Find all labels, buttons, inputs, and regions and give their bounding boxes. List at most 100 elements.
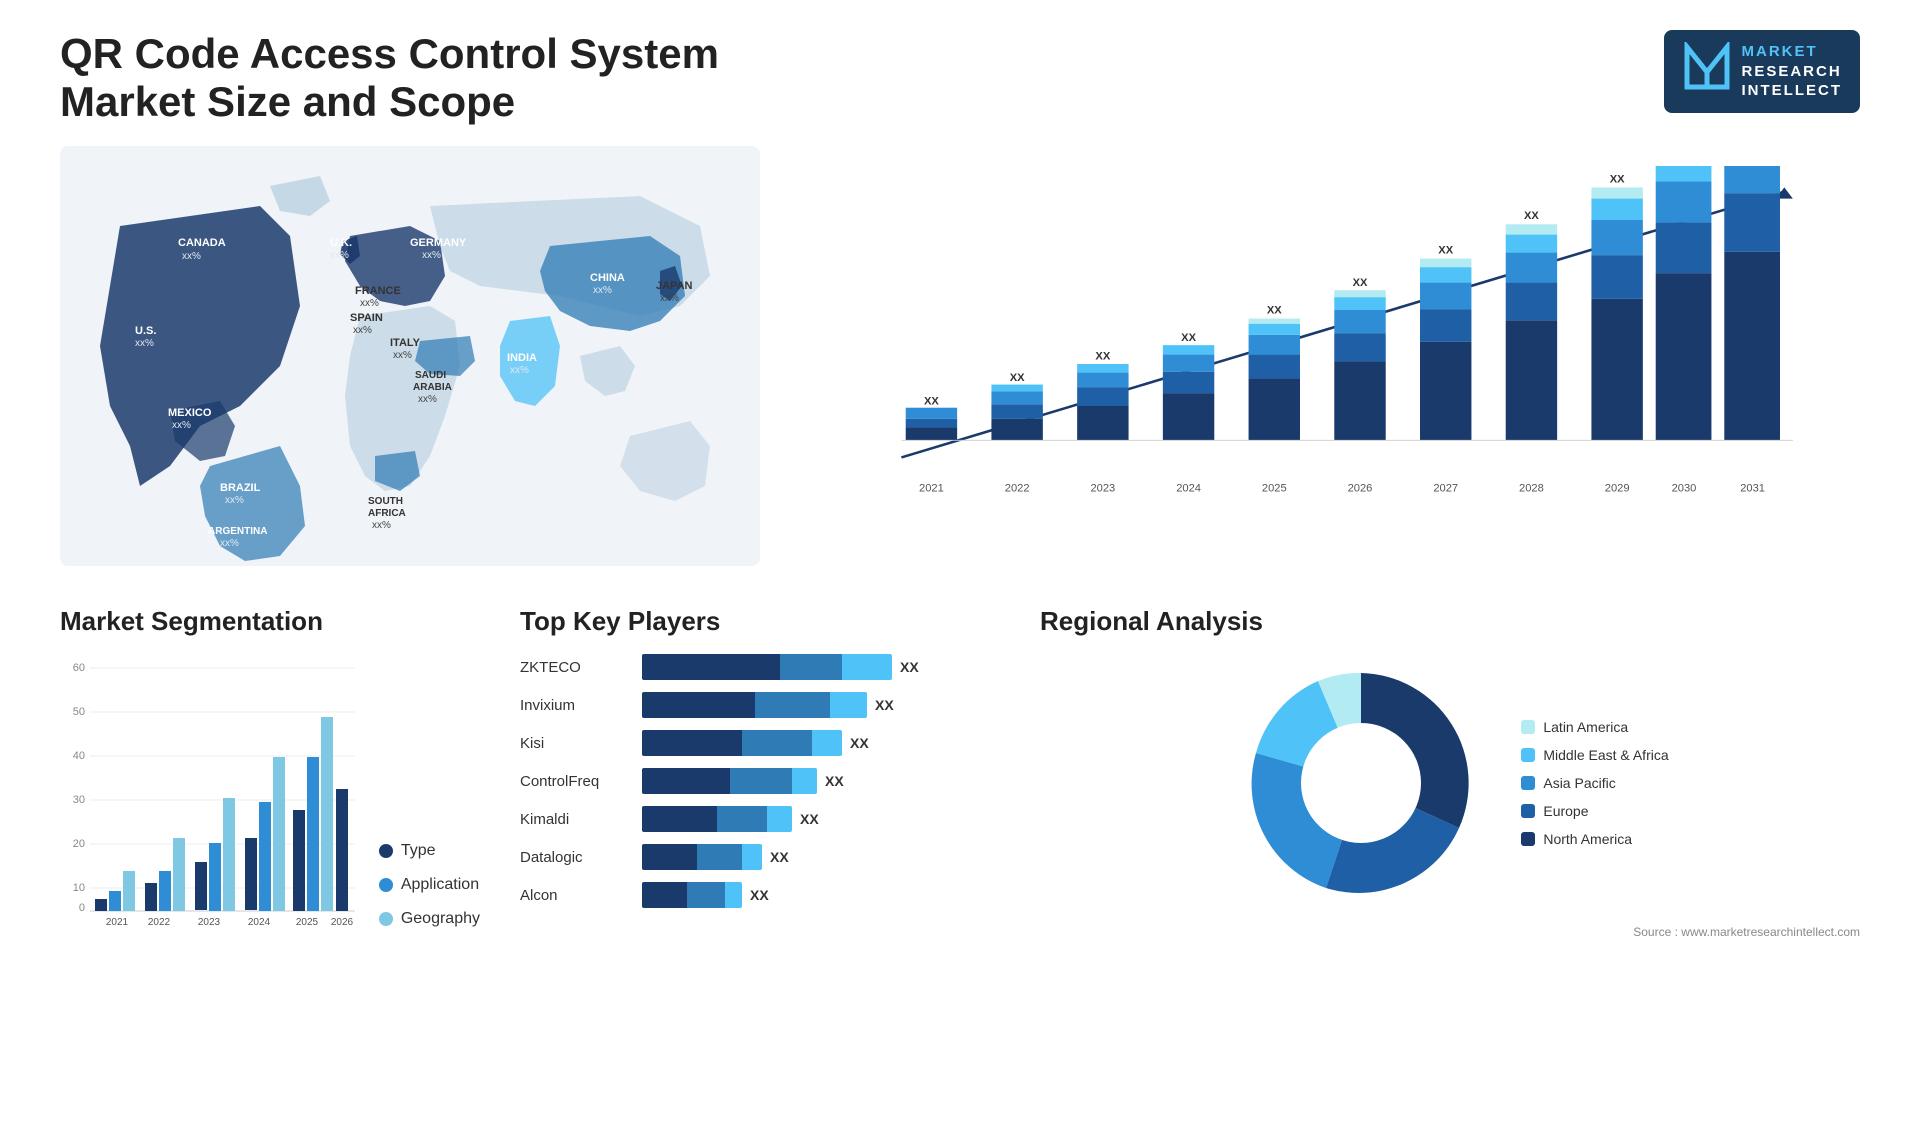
- svg-text:xx%: xx%: [418, 394, 437, 405]
- players-container: Top Key Players ZKTECOXXInvixiumXXKisiXX…: [520, 606, 1000, 909]
- svg-text:2022: 2022: [1005, 483, 1030, 495]
- regional-chart-area: Latin AmericaMiddle East & AfricaAsia Pa…: [1040, 653, 1860, 913]
- player-bar: [642, 730, 842, 756]
- player-bar-wrap: XX: [642, 805, 1000, 833]
- header: QR Code Access Control System Market Siz…: [60, 30, 1860, 126]
- svg-text:2025: 2025: [296, 917, 319, 928]
- svg-text:xx%: xx%: [182, 251, 201, 262]
- svg-text:INDIA: INDIA: [507, 352, 537, 364]
- source-text: Source : www.marketresearchintellect.com: [1040, 925, 1860, 939]
- player-xx-label: XX: [800, 811, 819, 827]
- legend-item-application: Application: [379, 876, 480, 894]
- svg-text:2023: 2023: [198, 917, 221, 928]
- legend-item-type: Type: [379, 842, 480, 860]
- svg-text:MEXICO: MEXICO: [168, 407, 212, 419]
- svg-text:GERMANY: GERMANY: [410, 237, 467, 249]
- player-bar-wrap: XX: [642, 767, 1000, 795]
- svg-text:U.S.: U.S.: [135, 325, 156, 337]
- player-name: Datalogic: [520, 849, 630, 866]
- svg-text:xx%: xx%: [353, 325, 372, 336]
- legend-item-geography: Geography: [379, 910, 480, 928]
- player-row: Invixium XX: [520, 691, 1000, 719]
- regional-legend-label: Europe: [1543, 803, 1588, 819]
- svg-text:XX: XX: [1095, 351, 1110, 363]
- svg-text:ARABIA: ARABIA: [413, 382, 452, 393]
- map-container: CANADA xx% U.S. xx% MEXICO xx% BRAZIL xx…: [60, 146, 760, 566]
- player-bar: [642, 768, 817, 794]
- svg-text:60: 60: [73, 662, 85, 674]
- player-xx-label: XX: [750, 887, 769, 903]
- svg-text:2029: 2029: [1605, 483, 1630, 495]
- logo-letter: [1682, 42, 1732, 101]
- svg-text:xx%: xx%: [172, 420, 191, 431]
- logo-box: MARKET RESEARCH INTELLECT: [1664, 30, 1861, 113]
- bottom-section: Market Segmentation 60 50 40 30 20 10 0: [60, 606, 1860, 939]
- player-name: Kisi: [520, 735, 630, 752]
- svg-text:ARGENTINA: ARGENTINA: [208, 526, 267, 537]
- player-bar-wrap: XX: [642, 729, 1000, 757]
- svg-text:ITALY: ITALY: [390, 337, 421, 349]
- player-xx-label: XX: [900, 659, 919, 675]
- svg-text:SPAIN: SPAIN: [350, 312, 383, 324]
- segmentation-container: Market Segmentation 60 50 40 30 20 10 0: [60, 606, 480, 938]
- player-bar-wrap: XX: [642, 843, 1000, 871]
- svg-text:30: 30: [73, 794, 85, 806]
- svg-text:FRANCE: FRANCE: [355, 285, 401, 297]
- legend-dot-geography: [379, 912, 393, 926]
- legend-dot-application: [379, 878, 393, 892]
- player-row: Kisi XX: [520, 729, 1000, 757]
- regional-legend-dot: [1521, 776, 1535, 790]
- svg-text:XX: XX: [1438, 244, 1453, 256]
- svg-text:xx%: xx%: [422, 250, 441, 261]
- regional-legend-dot: [1521, 720, 1535, 734]
- svg-text:XX: XX: [1267, 304, 1282, 316]
- player-row: Datalogic XX: [520, 843, 1000, 871]
- regional-legend-label: North America: [1543, 831, 1632, 847]
- seg-chart-svg: 60 50 40 30 20 10 0: [60, 653, 360, 933]
- regional-legend-item: Latin America: [1521, 719, 1668, 735]
- bar-chart-container: XX 2021 XX 2022 XX 2023: [800, 146, 1860, 566]
- player-bar: [642, 806, 792, 832]
- svg-text:SAUDI: SAUDI: [415, 370, 446, 381]
- svg-text:50: 50: [73, 706, 85, 718]
- svg-text:xx%: xx%: [360, 298, 379, 309]
- player-name: ControlFreq: [520, 773, 630, 790]
- player-bar: [642, 844, 762, 870]
- svg-text:CANADA: CANADA: [178, 237, 226, 249]
- regional-legend-label: Middle East & Africa: [1543, 747, 1668, 763]
- player-name: Invixium: [520, 697, 630, 714]
- player-name: Alcon: [520, 887, 630, 904]
- donut-chart: [1231, 653, 1491, 913]
- svg-text:xx%: xx%: [225, 495, 244, 506]
- svg-text:2023: 2023: [1090, 483, 1115, 495]
- regional-legend-dot: [1521, 804, 1535, 818]
- svg-text:2021: 2021: [106, 917, 129, 928]
- svg-text:2030: 2030: [1672, 483, 1697, 495]
- svg-text:XX: XX: [1610, 173, 1625, 185]
- svg-text:2026: 2026: [1348, 483, 1373, 495]
- player-row: ControlFreq XX: [520, 767, 1000, 795]
- player-bar-wrap: XX: [642, 881, 1000, 909]
- seg-chart-area: 60 50 40 30 20 10 0: [60, 653, 480, 938]
- svg-text:XX: XX: [1181, 332, 1196, 344]
- page-container: QR Code Access Control System Market Siz…: [0, 0, 1920, 1146]
- player-name: Kimaldi: [520, 811, 630, 828]
- svg-text:xx%: xx%: [660, 293, 679, 304]
- logo-area: MARKET RESEARCH INTELLECT: [1664, 30, 1861, 113]
- svg-text:20: 20: [73, 838, 85, 850]
- regional-title: Regional Analysis: [1040, 606, 1860, 637]
- svg-text:2025: 2025: [1262, 483, 1287, 495]
- svg-text:AFRICA: AFRICA: [368, 508, 406, 519]
- svg-text:BRAZIL: BRAZIL: [220, 482, 261, 494]
- player-row: ZKTECO XX: [520, 653, 1000, 681]
- seg-svg-container: 60 50 40 30 20 10 0: [60, 653, 363, 938]
- svg-text:2026: 2026: [331, 917, 354, 928]
- svg-text:xx%: xx%: [393, 350, 412, 361]
- player-xx-label: XX: [825, 773, 844, 789]
- svg-text:10: 10: [73, 882, 85, 894]
- players-list: ZKTECO XX Invixium XX Kisi XX ControlFreq XX Kim…: [520, 653, 1000, 909]
- player-name: ZKTECO: [520, 659, 630, 676]
- player-bar-wrap: XX: [642, 691, 1000, 719]
- svg-text:XX: XX: [1010, 372, 1025, 384]
- regional-legend-dot: [1521, 748, 1535, 762]
